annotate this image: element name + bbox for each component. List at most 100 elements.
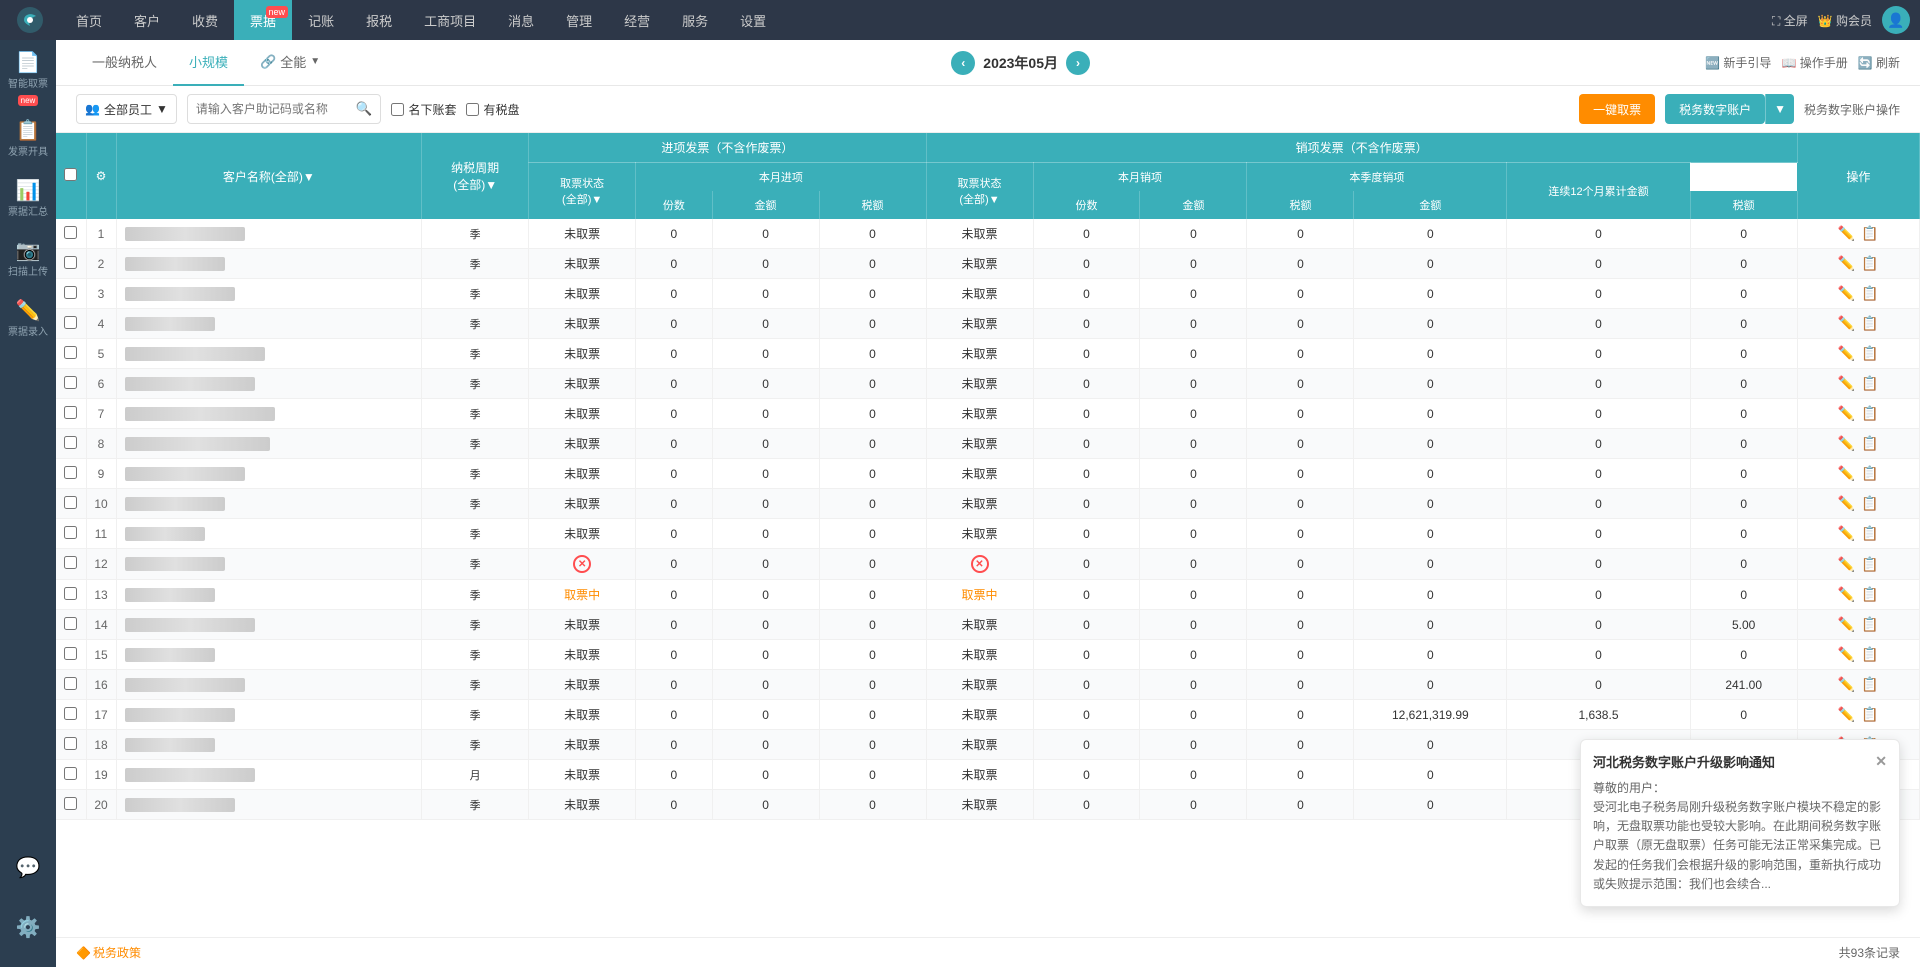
row-checkbox-cell[interactable] [56,249,86,279]
copy-icon[interactable]: 📋 [1861,706,1878,723]
one-key-ticket-btn[interactable]: 一键取票 [1579,94,1655,124]
copy-icon[interactable]: 📋 [1861,285,1878,302]
edit-icon[interactable]: ✏️ [1838,586,1855,603]
next-month-btn[interactable]: › [1066,51,1090,75]
nav-tax[interactable]: 报税 [350,0,408,40]
row-checkbox[interactable] [64,526,77,539]
row-checkbox[interactable] [64,797,77,810]
nav-service[interactable]: 服务 [666,0,724,40]
copy-icon[interactable]: 📋 [1861,495,1878,512]
sidebar-item-notification[interactable]: 💬 [0,837,56,897]
tab-general-taxpayer[interactable]: 一般纳税人 [76,40,173,86]
new-guide-btn[interactable]: 🆕 新手引导 [1705,54,1771,71]
manual-btn[interactable]: 📖 操作手册 [1781,54,1847,71]
row-checkbox[interactable] [64,617,77,630]
row-checkbox-cell[interactable] [56,700,86,730]
row-checkbox[interactable] [64,647,77,660]
edit-icon[interactable]: ✏️ [1838,646,1855,663]
edit-icon[interactable]: ✏️ [1838,435,1855,452]
search-box[interactable]: 🔍 [187,94,382,124]
row-checkbox[interactable] [64,767,77,780]
edit-icon[interactable]: ✏️ [1838,616,1855,633]
row-checkbox-cell[interactable] [56,519,86,549]
row-checkbox[interactable] [64,466,77,479]
tax-digital-account-btn[interactable]: 税务数字账户 [1665,94,1765,124]
nav-fee[interactable]: 收费 [176,0,234,40]
edit-icon[interactable]: ✏️ [1838,556,1855,573]
row-checkbox[interactable] [64,286,77,299]
row-checkbox-cell[interactable] [56,369,86,399]
edit-icon[interactable]: ✏️ [1838,345,1855,362]
edit-icon[interactable]: ✏️ [1838,706,1855,723]
copy-icon[interactable]: 📋 [1861,646,1878,663]
checkbox-account-set[interactable]: 名下账套 [391,101,456,118]
row-checkbox-cell[interactable] [56,580,86,610]
row-checkbox[interactable] [64,737,77,750]
refresh-btn[interactable]: 🔄 刷新 [1858,54,1900,71]
tab-all-in-one[interactable]: 🔗全能 ▼ [244,40,336,86]
copy-icon[interactable]: 📋 [1861,255,1878,272]
row-checkbox[interactable] [64,226,77,239]
edit-icon[interactable]: ✏️ [1838,676,1855,693]
checkbox-has-tax-disk[interactable]: 有税盘 [466,101,519,118]
row-checkbox-cell[interactable] [56,730,86,760]
nav-ticket[interactable]: 票据new [234,0,292,40]
copy-icon[interactable]: 📋 [1861,315,1878,332]
edit-icon[interactable]: ✏️ [1838,255,1855,272]
checkbox-has-tax-disk-input[interactable] [466,103,479,116]
row-checkbox[interactable] [64,707,77,720]
nav-biz2[interactable]: 经营 [608,0,666,40]
vip-btn[interactable]: 👑 购会员 [1818,12,1872,29]
row-checkbox-cell[interactable] [56,309,86,339]
edit-icon[interactable]: ✏️ [1838,495,1855,512]
row-checkbox[interactable] [64,316,77,329]
tax-policy-link[interactable]: 🔶 税务政策 [76,944,141,961]
select-all-checkbox[interactable] [64,168,77,181]
row-checkbox-cell[interactable] [56,549,86,580]
row-checkbox-cell[interactable] [56,489,86,519]
notification-close-btn[interactable]: ✕ [1875,753,1887,770]
row-checkbox-cell[interactable] [56,760,86,790]
search-input[interactable] [196,102,356,116]
copy-icon[interactable]: 📋 [1861,676,1878,693]
all-in-one-dropdown[interactable]: ▼ [310,56,320,67]
edit-icon[interactable]: ✏️ [1838,405,1855,422]
sidebar-item-ticket-entry[interactable]: ✏️ 票据录入 [0,288,56,348]
row-checkbox-cell[interactable] [56,610,86,640]
row-checkbox[interactable] [64,346,77,359]
edit-icon[interactable]: ✏️ [1838,525,1855,542]
copy-icon[interactable]: 📋 [1861,556,1878,573]
row-checkbox-cell[interactable] [56,670,86,700]
copy-icon[interactable]: 📋 [1861,225,1878,242]
sidebar-item-scan-upload[interactable]: 📷 扫描上传 [0,228,56,288]
row-checkbox[interactable] [64,587,77,600]
row-checkbox[interactable] [64,376,77,389]
sidebar-item-smart-ticket[interactable]: 📄 智能取票 new [0,48,56,108]
row-checkbox[interactable] [64,496,77,509]
row-checkbox[interactable] [64,256,77,269]
checkbox-account-set-input[interactable] [391,103,404,116]
nav-account[interactable]: 记账 [292,0,350,40]
sidebar-item-invoice-open[interactable]: 📋 发票开具 [0,108,56,168]
edit-icon[interactable]: ✏️ [1838,375,1855,392]
edit-icon[interactable]: ✏️ [1838,225,1855,242]
user-avatar[interactable]: 👤 [1882,6,1910,34]
copy-icon[interactable]: 📋 [1861,345,1878,362]
row-checkbox-cell[interactable] [56,459,86,489]
nav-client[interactable]: 客户 [118,0,176,40]
sidebar-item-config[interactable]: ⚙️ [0,897,56,957]
search-btn[interactable]: 🔍 [356,101,373,117]
row-checkbox[interactable] [64,436,77,449]
row-checkbox-cell[interactable] [56,399,86,429]
prev-month-btn[interactable]: ‹ [951,51,975,75]
staff-select[interactable]: 👥 全部员工 ▼ [76,94,177,124]
nav-home[interactable]: 首页 [60,0,118,40]
nav-biz[interactable]: 工商项目 [408,0,492,40]
row-checkbox-cell[interactable] [56,790,86,820]
tab-small-scale[interactable]: 小规模 [173,40,244,86]
row-checkbox[interactable] [64,677,77,690]
sidebar-item-invoice-summary[interactable]: 📊 票据汇总 [0,168,56,228]
copy-icon[interactable]: 📋 [1861,435,1878,452]
nav-manage[interactable]: 管理 [550,0,608,40]
row-checkbox-cell[interactable] [56,640,86,670]
